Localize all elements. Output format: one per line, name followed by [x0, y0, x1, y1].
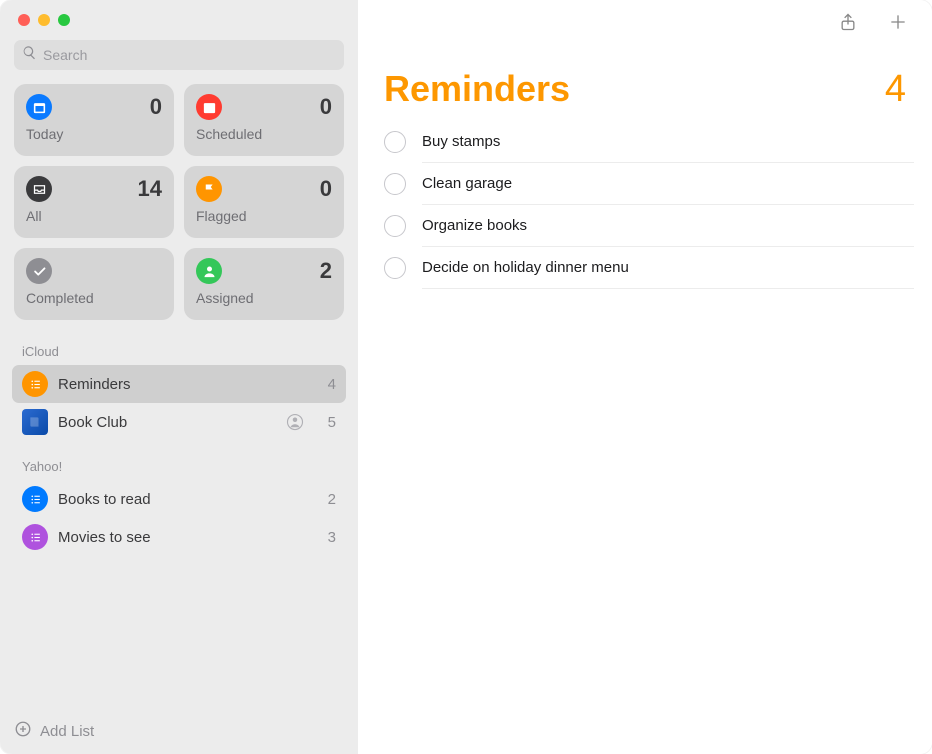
smart-card-all[interactable]: 14 All — [14, 166, 174, 238]
list-count: 4 — [318, 376, 336, 393]
window-close-button[interactable] — [18, 14, 30, 26]
window-minimize-button[interactable] — [38, 14, 50, 26]
smart-card-today[interactable]: 0 Today — [14, 84, 174, 156]
smart-card-count: 2 — [320, 258, 332, 284]
smart-card-assigned[interactable]: 2 Assigned — [184, 248, 344, 320]
list-bullet-icon — [22, 486, 48, 512]
list-count: 3 — [318, 529, 336, 546]
list-name: Movies to see — [58, 529, 308, 546]
list-total-count: 4 — [885, 68, 906, 111]
section-header-icloud: iCloud — [14, 338, 344, 365]
smart-card-count: 14 — [138, 176, 162, 202]
smart-card-label: All — [26, 208, 162, 224]
search-input[interactable] — [43, 47, 336, 63]
calendar-today-icon — [26, 94, 52, 120]
reminder-title: Buy stamps — [422, 133, 500, 150]
smart-card-count: 0 — [320, 94, 332, 120]
list-row-books-to-read[interactable]: Books to read 2 — [12, 480, 346, 518]
completion-toggle[interactable] — [384, 215, 406, 237]
reminder-row[interactable]: Clean garage — [384, 163, 914, 205]
shared-icon — [286, 413, 304, 431]
smart-card-label: Scheduled — [196, 126, 332, 142]
book-icon — [22, 409, 48, 435]
completion-toggle[interactable] — [384, 131, 406, 153]
smart-card-flagged[interactable]: 0 Flagged — [184, 166, 344, 238]
window-zoom-button[interactable] — [58, 14, 70, 26]
list-name: Book Club — [58, 414, 276, 431]
checkmark-icon — [26, 258, 52, 284]
reminder-title: Decide on holiday dinner menu — [422, 259, 629, 276]
reminder-text-wrap[interactable]: Organize books — [422, 205, 914, 247]
app-window: 0 Today 0 Scheduled — [0, 0, 932, 754]
reminder-row[interactable]: Organize books — [384, 205, 914, 247]
smart-card-count: 0 — [150, 94, 162, 120]
reminder-title: Organize books — [422, 217, 527, 234]
completion-toggle[interactable] — [384, 257, 406, 279]
search-field[interactable] — [14, 40, 344, 70]
reminder-row[interactable]: Buy stamps — [384, 121, 914, 163]
new-reminder-button[interactable] — [886, 12, 910, 36]
calendar-icon — [196, 94, 222, 120]
list-name: Books to read — [58, 491, 308, 508]
smart-card-scheduled[interactable]: 0 Scheduled — [184, 84, 344, 156]
smart-card-completed[interactable]: Completed — [14, 248, 174, 320]
reminder-text-wrap[interactable]: Clean garage — [422, 163, 914, 205]
list-bullet-icon — [22, 524, 48, 550]
reminder-title: Clean garage — [422, 175, 512, 192]
person-icon — [196, 258, 222, 284]
reminder-text-wrap[interactable]: Decide on holiday dinner menu — [422, 247, 914, 289]
smart-card-label: Flagged — [196, 208, 332, 224]
list-row-movies-to-see[interactable]: Movies to see 3 — [12, 518, 346, 556]
smart-card-count: 0 — [320, 176, 332, 202]
add-list-button[interactable]: Add List — [14, 712, 344, 754]
list-count: 2 — [318, 491, 336, 508]
smart-lists-grid: 0 Today 0 Scheduled — [14, 84, 344, 320]
smart-card-label: Today — [26, 126, 162, 142]
list-count: 5 — [318, 414, 336, 431]
completion-toggle[interactable] — [384, 173, 406, 195]
reminder-row[interactable]: Decide on holiday dinner menu — [384, 247, 914, 289]
list-title: Reminders — [384, 68, 570, 110]
list-name: Reminders — [58, 376, 308, 393]
smart-card-label: Completed — [26, 290, 162, 306]
reminders-list: Buy stamps Clean garage Organize books D… — [358, 121, 932, 289]
main-content: Reminders 4 Buy stamps Clean garage Orga… — [358, 0, 932, 754]
main-header: Reminders 4 — [358, 48, 932, 121]
toolbar — [358, 0, 932, 48]
traffic-lights — [14, 12, 344, 40]
share-icon — [838, 12, 858, 37]
plus-icon — [888, 12, 908, 37]
list-row-reminders[interactable]: Reminders 4 — [12, 365, 346, 403]
list-bullet-icon — [22, 371, 48, 397]
smart-card-label: Assigned — [196, 290, 332, 306]
sidebar: 0 Today 0 Scheduled — [0, 0, 358, 754]
section-header-yahoo: Yahoo! — [14, 453, 344, 480]
inbox-icon — [26, 176, 52, 202]
plus-circle-icon — [14, 720, 32, 742]
add-list-label: Add List — [40, 723, 94, 740]
search-icon — [22, 45, 43, 65]
list-row-book-club[interactable]: Book Club 5 — [12, 403, 346, 441]
flag-icon — [196, 176, 222, 202]
reminder-text-wrap[interactable]: Buy stamps — [422, 121, 914, 163]
share-button[interactable] — [836, 12, 860, 36]
